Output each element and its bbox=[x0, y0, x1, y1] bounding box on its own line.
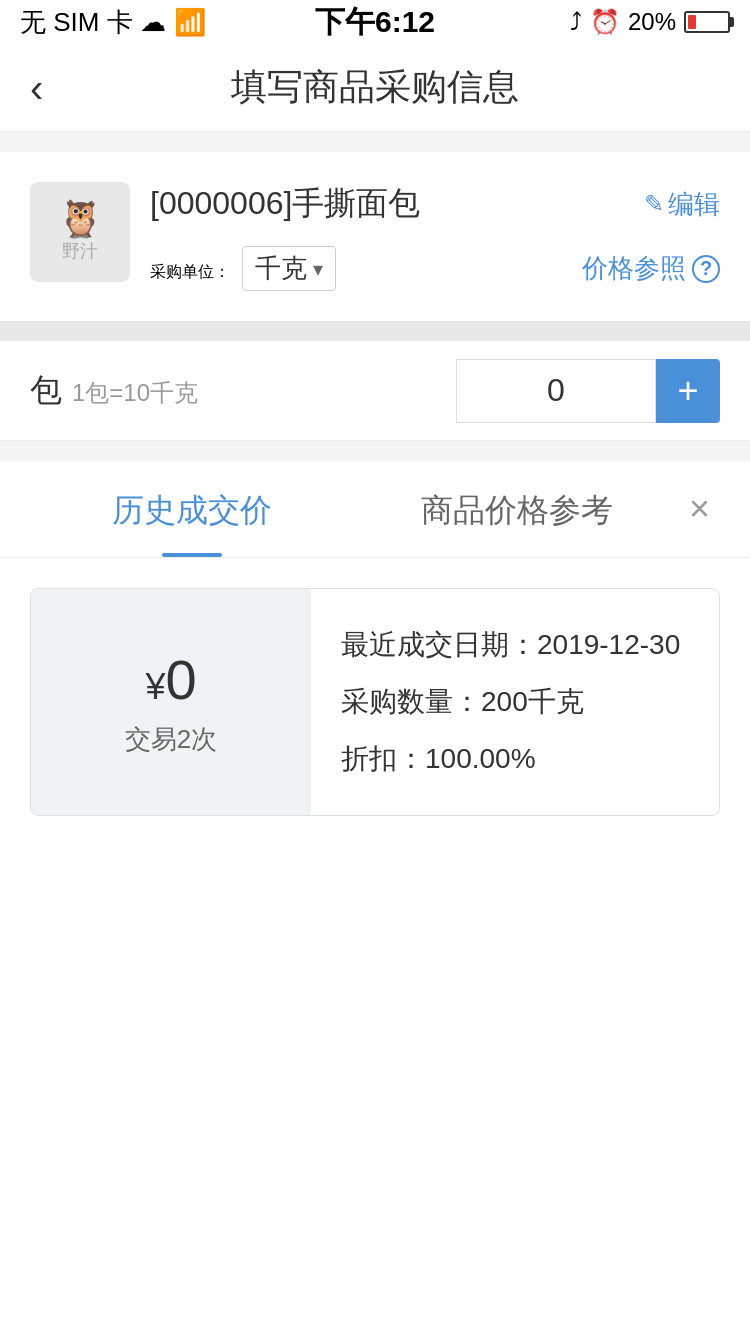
discount-label: 折扣： bbox=[341, 743, 425, 774]
tabs-close-button[interactable]: × bbox=[679, 478, 720, 540]
page-title: 填写商品采购信息 bbox=[231, 63, 519, 112]
battery-fill bbox=[688, 15, 696, 29]
status-right: ⤴ ⏰ 20% bbox=[570, 8, 730, 36]
recent-date-value: 2019-12-30 bbox=[537, 629, 680, 660]
time-display: 下午6:12 bbox=[315, 2, 435, 43]
tabs-header: 历史成交价 商品价格参考 × bbox=[0, 461, 750, 558]
unit-label-group: 采购单位： 千克 ▾ bbox=[150, 246, 336, 291]
unit-dropdown[interactable]: 千克 ▾ bbox=[242, 246, 336, 291]
tab-content-history: ¥0 交易2次 最近成交日期：2019-12-30 采购数量：200千克 折扣：… bbox=[0, 558, 750, 846]
transaction-count: 交易2次 bbox=[125, 722, 217, 757]
quantity-conversion: 1包=10千克 bbox=[72, 377, 198, 409]
edit-icon: ✎ bbox=[644, 190, 664, 218]
history-price-left: ¥0 交易2次 bbox=[31, 589, 311, 815]
battery-icon bbox=[684, 11, 730, 33]
tabs-container: 历史成交价 商品价格参考 × ¥0 交易2次 最近成交日期：2019-12-30… bbox=[0, 461, 750, 846]
tab-history-price[interactable]: 历史成交价 bbox=[30, 461, 354, 557]
location-icon: ⤴ bbox=[570, 8, 582, 36]
owl-icon: 🦉 bbox=[58, 201, 103, 237]
edit-label: 编辑 bbox=[668, 187, 720, 222]
tab-product-price-ref[interactable]: 商品价格参考 bbox=[354, 461, 678, 557]
purchase-quantity-value: 200千克 bbox=[481, 686, 584, 717]
discount-row: 折扣：100.00% bbox=[341, 739, 689, 778]
unit-value: 千克 bbox=[255, 251, 307, 286]
product-image-placeholder: 🦉 野汁 bbox=[58, 201, 103, 263]
purchase-quantity-row: 采购数量：200千克 bbox=[341, 682, 689, 721]
history-price-card: ¥0 交易2次 最近成交日期：2019-12-30 采购数量：200千克 折扣：… bbox=[30, 588, 720, 816]
product-image: 🦉 野汁 bbox=[30, 182, 130, 282]
quantity-row: 包 1包=10千克 + bbox=[0, 341, 750, 441]
back-button[interactable]: ‹ bbox=[30, 68, 43, 108]
status-left: 无 SIM 卡 ☁ 📶 bbox=[20, 5, 206, 40]
product-name-row: [0000006]手撕面包 ✎ 编辑 bbox=[150, 182, 720, 226]
product-name: [0000006]手撕面包 bbox=[150, 182, 420, 226]
quantity-input[interactable] bbox=[456, 359, 656, 423]
wifi-icon: 📶 bbox=[174, 7, 206, 38]
product-card: 🦉 野汁 [0000006]手撕面包 ✎ 编辑 采购单位： 千克 ▾ 价格参照 … bbox=[0, 152, 750, 321]
quantity-label-group: 包 1包=10千克 bbox=[30, 369, 198, 413]
brand-label: 野汁 bbox=[62, 239, 98, 263]
quantity-input-group: + bbox=[456, 359, 720, 423]
alarm-icon: ⏰ bbox=[590, 8, 620, 36]
quantity-plus-button[interactable]: + bbox=[656, 359, 720, 423]
recent-date-label: 最近成交日期： bbox=[341, 629, 537, 660]
status-bar: 无 SIM 卡 ☁ 📶 下午6:12 ⤴ ⏰ 20% bbox=[0, 0, 750, 44]
unit-label: 采购单位： bbox=[150, 263, 230, 280]
history-price-right: 最近成交日期：2019-12-30 采购数量：200千克 折扣：100.00% bbox=[311, 589, 719, 815]
price-reference-button[interactable]: 价格参照 ? bbox=[582, 251, 720, 286]
battery-percent: 20% bbox=[628, 8, 676, 36]
price-ref-label: 价格参照 bbox=[582, 251, 686, 286]
purchase-quantity-label: 采购数量： bbox=[341, 686, 481, 717]
nav-bar: ‹ 填写商品采购信息 bbox=[0, 44, 750, 132]
history-price-amount: ¥0 bbox=[145, 647, 196, 712]
discount-value: 100.00% bbox=[425, 743, 536, 774]
recent-date-row: 最近成交日期：2019-12-30 bbox=[341, 625, 689, 664]
unit-row: 采购单位： 千克 ▾ 价格参照 ? bbox=[150, 246, 720, 291]
bottom-space bbox=[0, 846, 750, 1334]
edit-button[interactable]: ✎ 编辑 bbox=[644, 187, 720, 222]
currency-symbol: ¥ bbox=[145, 666, 165, 707]
product-info: [0000006]手撕面包 ✎ 编辑 采购单位： 千克 ▾ 价格参照 ? bbox=[150, 182, 720, 291]
dropdown-arrow-icon: ▾ bbox=[313, 257, 323, 281]
price-value: 0 bbox=[165, 648, 196, 711]
quantity-unit-label: 包 bbox=[30, 369, 62, 413]
sim-status: 无 SIM 卡 ☁ bbox=[20, 5, 166, 40]
section-divider bbox=[0, 321, 750, 341]
help-icon: ? bbox=[692, 255, 720, 283]
